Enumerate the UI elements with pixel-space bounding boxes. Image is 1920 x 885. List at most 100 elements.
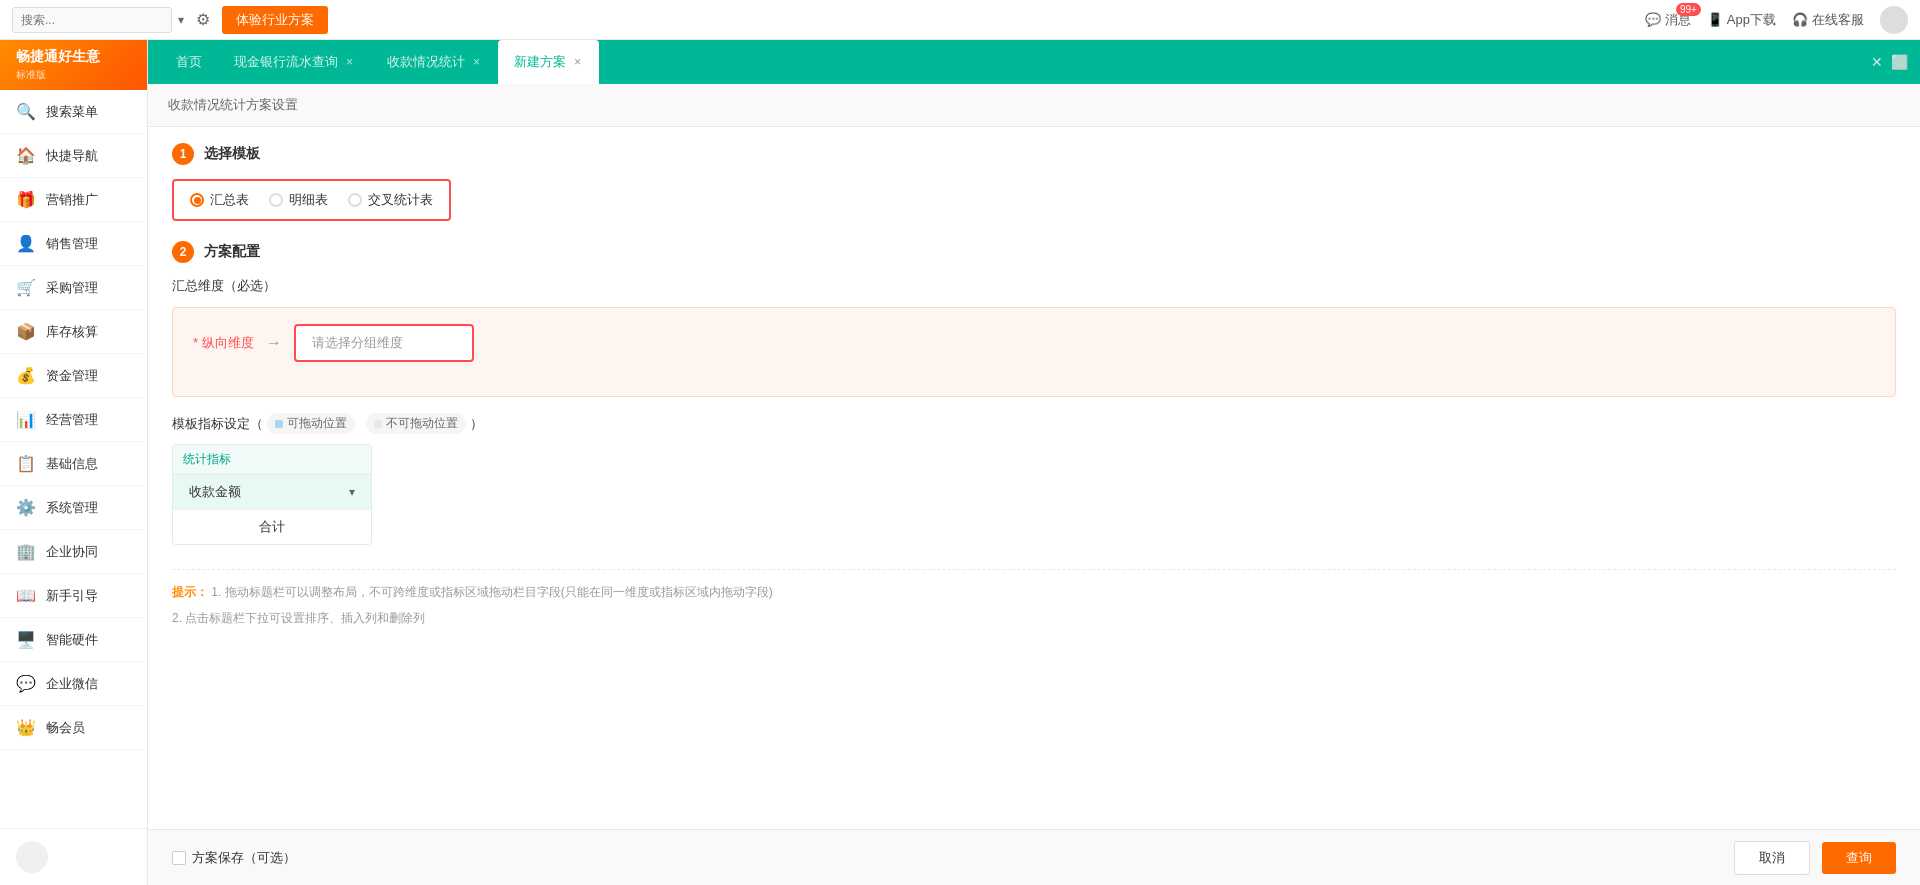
metrics-dropdown-icon[interactable]: ▾ bbox=[349, 485, 355, 499]
draggable-badge: 可拖动位置 bbox=[267, 413, 355, 434]
sidebar-label-system: 系统管理 bbox=[46, 499, 98, 517]
query-button[interactable]: 查询 bbox=[1822, 842, 1896, 874]
search-menu-icon: 🔍 bbox=[16, 102, 36, 121]
basic-icon: 📋 bbox=[16, 454, 36, 473]
sidebar-label-wechat: 企业微信 bbox=[46, 675, 98, 693]
window-close-icon[interactable]: ✕ bbox=[1871, 54, 1883, 70]
sidebar-label-finance: 资金管理 bbox=[46, 367, 98, 385]
download-icon: 📱 bbox=[1707, 12, 1723, 27]
member-icon: 👑 bbox=[16, 718, 36, 737]
sidebar-label-enterprise: 企业协同 bbox=[46, 543, 98, 561]
config-box: 汇总维度（必选） * 纵向维度 → 请选择分组维度 模板指标设定（ bbox=[172, 277, 1896, 641]
tab-receipt-label: 收款情况统计 bbox=[387, 53, 465, 71]
service-btn[interactable]: 🎧 在线客服 bbox=[1792, 11, 1864, 29]
sidebar-avatar[interactable] bbox=[16, 841, 48, 873]
non-draggable-badge: 不可拖动位置 bbox=[366, 413, 466, 434]
message-badge: 99+ bbox=[1676, 3, 1701, 16]
metrics-section-label: 模板指标设定（ 可拖动位置 不可拖动位置 ） bbox=[172, 413, 483, 434]
hardware-icon: 🖥️ bbox=[16, 630, 36, 649]
dimension-section-label: 汇总维度（必选） bbox=[172, 277, 1896, 295]
form-section: 1 选择模板 汇总表 明细表 bbox=[148, 127, 1920, 829]
save-checkbox-box[interactable] bbox=[172, 851, 186, 865]
tip-title-text: 提示： bbox=[172, 585, 208, 599]
radio-detail[interactable]: 明细表 bbox=[269, 191, 328, 209]
sidebar-item-marketing[interactable]: 🎁 营销推广 bbox=[0, 178, 147, 222]
tab-new-plan[interactable]: 新建方案 × bbox=[498, 40, 599, 84]
sidebar-label-purchase: 采购管理 bbox=[46, 279, 98, 297]
sidebar: 畅捷通好生意 标准版 🔍 搜索菜单 🏠 快捷导航 🎁 营销推广 👤 销售管理 🛒… bbox=[0, 40, 148, 885]
sidebar-item-quick-nav[interactable]: 🏠 快捷导航 bbox=[0, 134, 147, 178]
tab-home-label: 首页 bbox=[176, 53, 202, 71]
service-icon: 🎧 bbox=[1792, 12, 1808, 27]
messages-btn[interactable]: 💬 消息 99+ bbox=[1645, 11, 1691, 29]
sidebar-item-newbie[interactable]: 📖 新手引导 bbox=[0, 574, 147, 618]
sidebar-item-purchase[interactable]: 🛒 采购管理 bbox=[0, 266, 147, 310]
cancel-button[interactable]: 取消 bbox=[1734, 841, 1810, 875]
radio-cross-circle bbox=[348, 193, 362, 207]
sidebar-item-basic[interactable]: 📋 基础信息 bbox=[0, 442, 147, 486]
save-label: 方案保存（可选） bbox=[192, 849, 296, 867]
sidebar-item-member[interactable]: 👑 畅会员 bbox=[0, 706, 147, 750]
radio-cross[interactable]: 交叉统计表 bbox=[348, 191, 433, 209]
sales-icon: 👤 bbox=[16, 234, 36, 253]
industry-button[interactable]: 体验行业方案 bbox=[222, 6, 328, 34]
sidebar-label-operation: 经营管理 bbox=[46, 411, 98, 429]
sidebar-item-enterprise[interactable]: 🏢 企业协同 bbox=[0, 530, 147, 574]
avatar[interactable] bbox=[1880, 6, 1908, 34]
tip-title: 提示： 1. 拖动标题栏可以调整布局，不可跨维度或指标区域拖动栏目字段(只能在同… bbox=[172, 582, 1896, 604]
radio-summary-label: 汇总表 bbox=[210, 191, 249, 209]
sidebar-item-sales[interactable]: 👤 销售管理 bbox=[0, 222, 147, 266]
gear-icon[interactable]: ⚙ bbox=[190, 7, 216, 33]
dropdown-arrow-icon[interactable]: ▾ bbox=[178, 13, 184, 27]
non-draggable-label: 不可拖动位置 bbox=[386, 415, 458, 432]
tab-bank[interactable]: 现金银行流水查询 × bbox=[218, 40, 371, 84]
tip-section: 提示： 1. 拖动标题栏可以调整布局，不可跨维度或指标区域拖动栏目字段(只能在同… bbox=[172, 569, 1896, 641]
draggable-label: 可拖动位置 bbox=[287, 415, 347, 432]
window-maximize-icon[interactable]: ⬜ bbox=[1891, 54, 1908, 70]
vertical-dim-row: * 纵向维度 → 请选择分组维度 bbox=[193, 324, 1875, 362]
step1-num: 1 bbox=[172, 143, 194, 165]
download-btn[interactable]: 📱 App下载 bbox=[1707, 11, 1776, 29]
sidebar-label-inventory: 库存核算 bbox=[46, 323, 98, 341]
tab-new-plan-close[interactable]: × bbox=[572, 53, 583, 71]
metrics-col-header-row[interactable]: 收款金额 ▾ bbox=[173, 475, 371, 509]
tab-receipt-close[interactable]: × bbox=[471, 53, 482, 71]
inventory-icon: 📦 bbox=[16, 322, 36, 341]
sidebar-label-member: 畅会员 bbox=[46, 719, 85, 737]
step1-header: 1 选择模板 bbox=[172, 143, 1896, 165]
dim-select-btn[interactable]: 请选择分组维度 bbox=[294, 324, 474, 362]
sidebar-item-finance[interactable]: 💰 资金管理 bbox=[0, 354, 147, 398]
dimension-area: * 纵向维度 → 请选择分组维度 bbox=[172, 307, 1896, 397]
sidebar-item-wechat[interactable]: 💬 企业微信 bbox=[0, 662, 147, 706]
sidebar-bottom bbox=[0, 828, 147, 885]
metrics-table: 统计指标 收款金额 ▾ 合计 bbox=[172, 444, 372, 545]
sidebar-item-inventory[interactable]: 📦 库存核算 bbox=[0, 310, 147, 354]
system-icon: ⚙️ bbox=[16, 498, 36, 517]
download-label: App下载 bbox=[1727, 11, 1776, 29]
tab-bar: 首页 现金银行流水查询 × 收款情况统计 × 新建方案 × ✕ ⬜ bbox=[148, 40, 1920, 84]
search-input[interactable] bbox=[12, 7, 172, 33]
non-draggable-color-swatch bbox=[374, 420, 382, 428]
metrics-group-label: 统计指标 bbox=[173, 445, 371, 475]
sidebar-item-hardware[interactable]: 🖥️ 智能硬件 bbox=[0, 618, 147, 662]
template-radio-group: 汇总表 明细表 交叉统计表 bbox=[190, 191, 433, 209]
sidebar-label-newbie: 新手引导 bbox=[46, 587, 98, 605]
step2-header: 2 方案配置 bbox=[172, 241, 1896, 263]
tab-receipt[interactable]: 收款情况统计 × bbox=[371, 40, 498, 84]
top-bar-left: ▾ ⚙ 体验行业方案 bbox=[12, 6, 1637, 34]
sidebar-item-system[interactable]: ⚙️ 系统管理 bbox=[0, 486, 147, 530]
save-checkbox[interactable]: 方案保存（可选） bbox=[172, 849, 296, 867]
draggable-color-swatch bbox=[275, 420, 283, 428]
tab-bank-close[interactable]: × bbox=[344, 53, 355, 71]
tip1-text: 1. 拖动标题栏可以调整布局，不可跨维度或指标区域拖动栏目字段(只能在同一维度或… bbox=[211, 585, 772, 599]
radio-summary[interactable]: 汇总表 bbox=[190, 191, 249, 209]
tab-home[interactable]: 首页 bbox=[160, 40, 218, 84]
sidebar-label-search: 搜索菜单 bbox=[46, 103, 98, 121]
message-icon: 💬 bbox=[1645, 12, 1661, 27]
sidebar-label-marketing: 营销推广 bbox=[46, 191, 98, 209]
operation-icon: 📊 bbox=[16, 410, 36, 429]
sidebar-item-search-menu[interactable]: 🔍 搜索菜单 bbox=[0, 90, 147, 134]
tab-new-plan-label: 新建方案 bbox=[514, 53, 566, 71]
finance-icon: 💰 bbox=[16, 366, 36, 385]
sidebar-item-operation[interactable]: 📊 经营管理 bbox=[0, 398, 147, 442]
